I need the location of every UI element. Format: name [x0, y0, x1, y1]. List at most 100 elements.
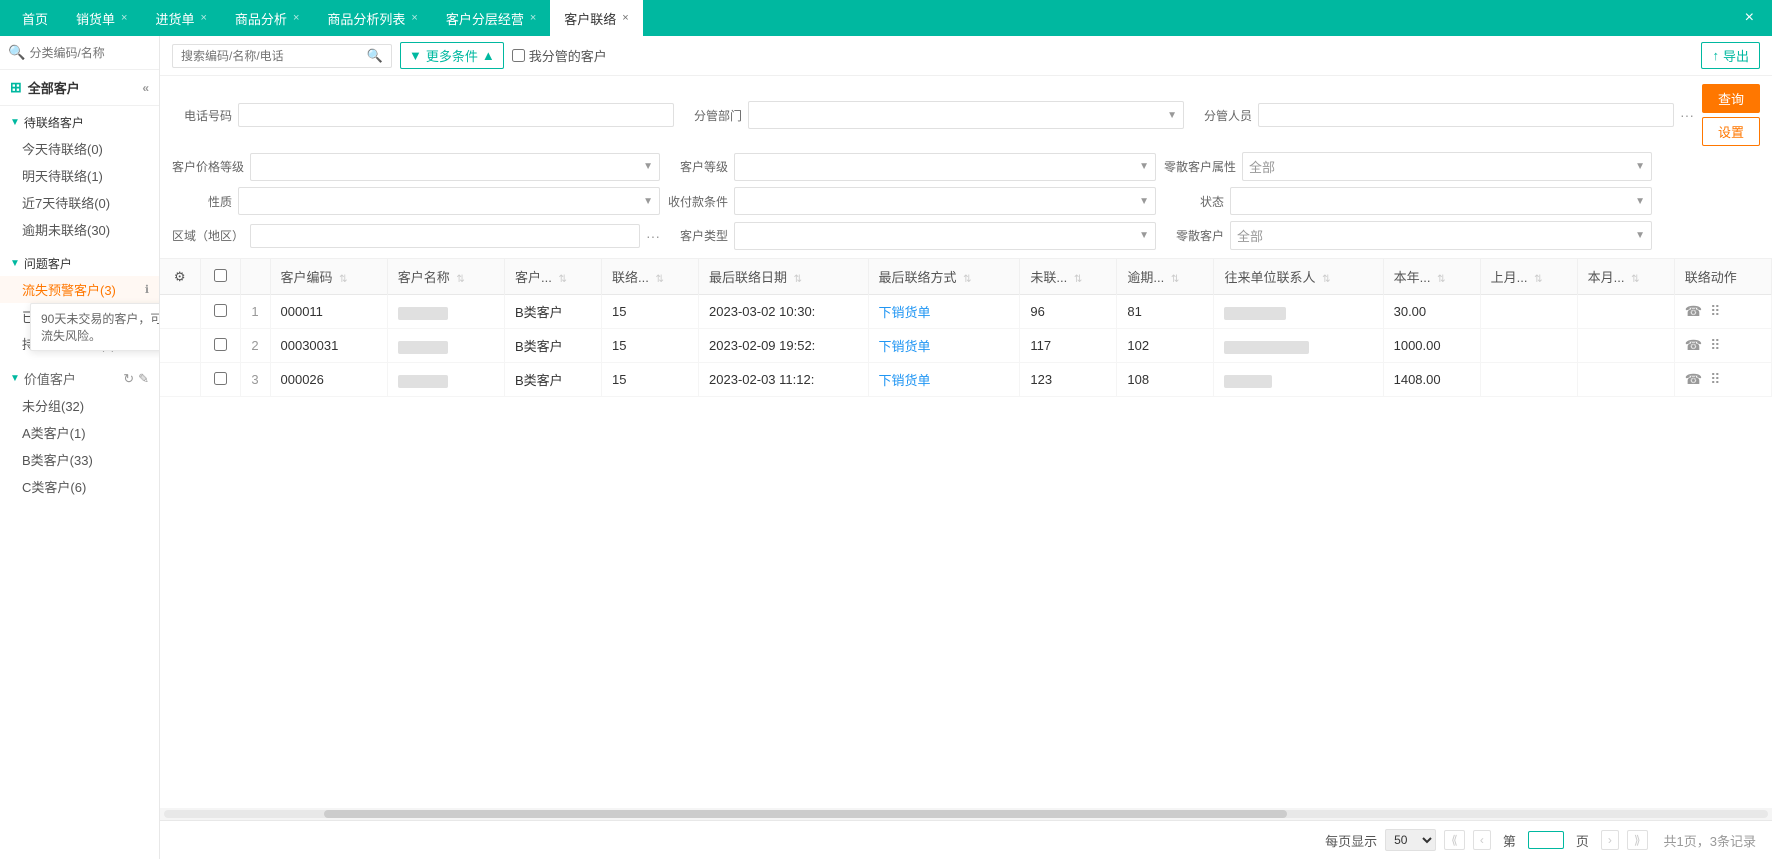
nav-home[interactable]: 首页 [8, 0, 62, 36]
sort-this-year-icon[interactable]: ⇅ [1437, 274, 1445, 285]
my-customers-checkbox-label[interactable]: 我分管的客户 [512, 46, 607, 65]
more-conditions-btn[interactable]: ▼ 更多条件 ▲ [400, 42, 504, 69]
retail-attr-select[interactable]: 全部 ▼ [1242, 152, 1652, 181]
region-dots[interactable]: ··· [646, 228, 660, 244]
row3-call-icon[interactable]: ☎ [1685, 371, 1702, 388]
person-input[interactable] [1258, 103, 1674, 127]
row1-checkbox[interactable] [214, 304, 227, 317]
sidebar-item-overdue[interactable]: 逾期未联络(30) [0, 216, 159, 243]
next-page-btn[interactable]: › [1601, 830, 1619, 850]
my-customers-checkbox[interactable] [512, 49, 525, 62]
col-this-month[interactable]: 本月... ⇅ [1577, 259, 1674, 295]
row1-last-method-link[interactable]: 下销货单 [879, 305, 931, 320]
row2-last-method-link[interactable]: 下销货单 [879, 339, 931, 354]
sidebar-item-tomorrow[interactable]: 明天待联络(1) [0, 162, 159, 189]
col-this-year[interactable]: 本年... ⇅ [1383, 259, 1480, 295]
sidebar-item-b-class[interactable]: B类客户(33) [0, 446, 159, 473]
sidebar-item-a-class[interactable]: A类客户(1) [0, 419, 159, 446]
row3-more-icon[interactable]: ⠿ [1710, 371, 1720, 388]
row1-call-icon[interactable]: ☎ [1685, 303, 1702, 320]
customer-type-select[interactable]: ▼ [734, 222, 1156, 250]
sort-overdue-icon[interactable]: ⇅ [1171, 274, 1179, 285]
sort-last-month-icon[interactable]: ⇅ [1534, 274, 1542, 285]
row3-checkbox[interactable] [214, 372, 227, 385]
query-button[interactable]: 查询 [1702, 84, 1760, 113]
sidebar-item-churn-warning[interactable]: 流失预警客户(3) ℹ 90天未交易的客户，可能有流失风险。 [0, 276, 159, 303]
customer-level-select[interactable]: ▼ [734, 153, 1156, 181]
first-page-btn[interactable]: ⟪ [1444, 830, 1465, 850]
payment-select[interactable]: ▼ [734, 187, 1156, 215]
col-settings[interactable]: ⚙ [160, 259, 200, 295]
col-code[interactable]: 客户编码 ⇅ [270, 259, 387, 295]
page-number-input[interactable]: 1 [1528, 831, 1564, 849]
sort-contact-icon[interactable]: ⇅ [655, 274, 663, 285]
close-customer-contact-tab[interactable]: × [622, 12, 628, 24]
sidebar-item-today[interactable]: 今天待联络(0) [0, 135, 159, 162]
sidebar-group-value-header[interactable]: ▼ 价值客户 ↻ ✎ [0, 365, 159, 392]
col-contact[interactable]: 联络... ⇅ [602, 259, 699, 295]
row1-more-icon[interactable]: ⠿ [1710, 303, 1720, 320]
sidebar-item-ungroup[interactable]: 未分组(32) [0, 392, 159, 419]
col-overdue[interactable]: 逾期... ⇅ [1117, 259, 1214, 295]
sort-last-date-icon[interactable]: ⇅ [794, 274, 802, 285]
row2-more-icon[interactable]: ⠿ [1710, 337, 1720, 354]
close-purchase-tab[interactable]: × [200, 12, 206, 24]
col-unit-contact[interactable]: 往来单位联系人 ⇅ [1214, 259, 1383, 295]
sort-unit-contact-icon[interactable]: ⇅ [1322, 274, 1330, 285]
close-product-analysis-tab[interactable]: × [293, 12, 299, 24]
dept-select[interactable]: ▼ [748, 101, 1184, 129]
retail-customer-select[interactable]: 全部 ▼ [1230, 221, 1652, 250]
refresh-icon[interactable]: ↻ [123, 371, 134, 387]
status-select[interactable]: ▼ [1230, 187, 1652, 215]
scrollbar-track[interactable] [164, 810, 1768, 818]
nav-product-analysis[interactable]: 商品分析 × [221, 0, 313, 36]
sort-not-contact-icon[interactable]: ⇅ [1074, 274, 1082, 285]
search-input[interactable] [181, 49, 367, 63]
nav-purchase[interactable]: 进货单 × [141, 0, 220, 36]
select-all-checkbox[interactable] [214, 269, 227, 282]
settings-gear-icon[interactable]: ⚙ [174, 269, 186, 284]
per-page-select[interactable]: 50 100 200 [1385, 829, 1436, 851]
export-btn[interactable]: ↑ 导出 [1701, 42, 1760, 69]
sidebar-item-c-class[interactable]: C类客户(6) [0, 473, 159, 500]
price-level-select[interactable]: ▼ [250, 153, 660, 181]
sort-type-icon[interactable]: ⇅ [558, 274, 566, 285]
nav-customer-tier[interactable]: 客户分层经营 × [432, 0, 550, 36]
sidebar-group-problem-header[interactable]: ▼ 问题客户 [0, 251, 159, 276]
sort-this-month-icon[interactable]: ⇅ [1631, 274, 1639, 285]
scrollbar-thumb[interactable] [324, 810, 1286, 818]
col-last-date[interactable]: 最后联络日期 ⇅ [699, 259, 868, 295]
phone-input[interactable] [238, 103, 674, 127]
last-page-btn[interactable]: ⟫ [1627, 830, 1648, 850]
settings-button[interactable]: 设置 [1702, 117, 1760, 146]
collapse-sidebar-btn[interactable]: « [142, 81, 149, 95]
person-dots[interactable]: ··· [1680, 107, 1694, 123]
nav-sales[interactable]: 销货单 × [62, 0, 141, 36]
col-last-method[interactable]: 最后联络方式 ⇅ [868, 259, 1020, 295]
edit-icon[interactable]: ✎ [138, 371, 149, 387]
col-name[interactable]: 客户名称 ⇅ [387, 259, 504, 295]
sidebar-item-week[interactable]: 近7天待联络(0) [0, 189, 159, 216]
row2-call-icon[interactable]: ☎ [1685, 337, 1702, 354]
sort-code-icon[interactable]: ⇅ [339, 274, 347, 285]
sidebar-all-customers[interactable]: ⊞ 全部客户 « [0, 70, 159, 106]
region-input[interactable] [250, 224, 640, 248]
sidebar-group-pending-header[interactable]: ▼ 待联络客户 [0, 110, 159, 135]
sort-name-icon[interactable]: ⇅ [456, 274, 464, 285]
horizontal-scrollbar[interactable] [160, 808, 1772, 820]
close-product-list-tab[interactable]: × [411, 12, 417, 24]
col-last-month[interactable]: 上月... ⇅ [1480, 259, 1577, 295]
col-type[interactable]: 客户... ⇅ [504, 259, 601, 295]
search-submit-icon[interactable]: 🔍 [367, 48, 383, 64]
row2-checkbox[interactable] [214, 338, 227, 351]
row3-last-method-link[interactable]: 下销货单 [879, 373, 931, 388]
close-customer-tier-tab[interactable]: × [530, 12, 536, 24]
nature-select[interactable]: ▼ [238, 187, 660, 215]
close-all-button[interactable]: × [1735, 9, 1764, 27]
nav-product-list[interactable]: 商品分析列表 × [313, 0, 431, 36]
nav-customer-contact[interactable]: 客户联络 × [550, 0, 642, 36]
col-not-contact[interactable]: 未联... ⇅ [1020, 259, 1117, 295]
close-sales-tab[interactable]: × [121, 12, 127, 24]
prev-page-btn[interactable]: ‹ [1473, 830, 1491, 850]
sidebar-search-input[interactable] [29, 46, 160, 60]
